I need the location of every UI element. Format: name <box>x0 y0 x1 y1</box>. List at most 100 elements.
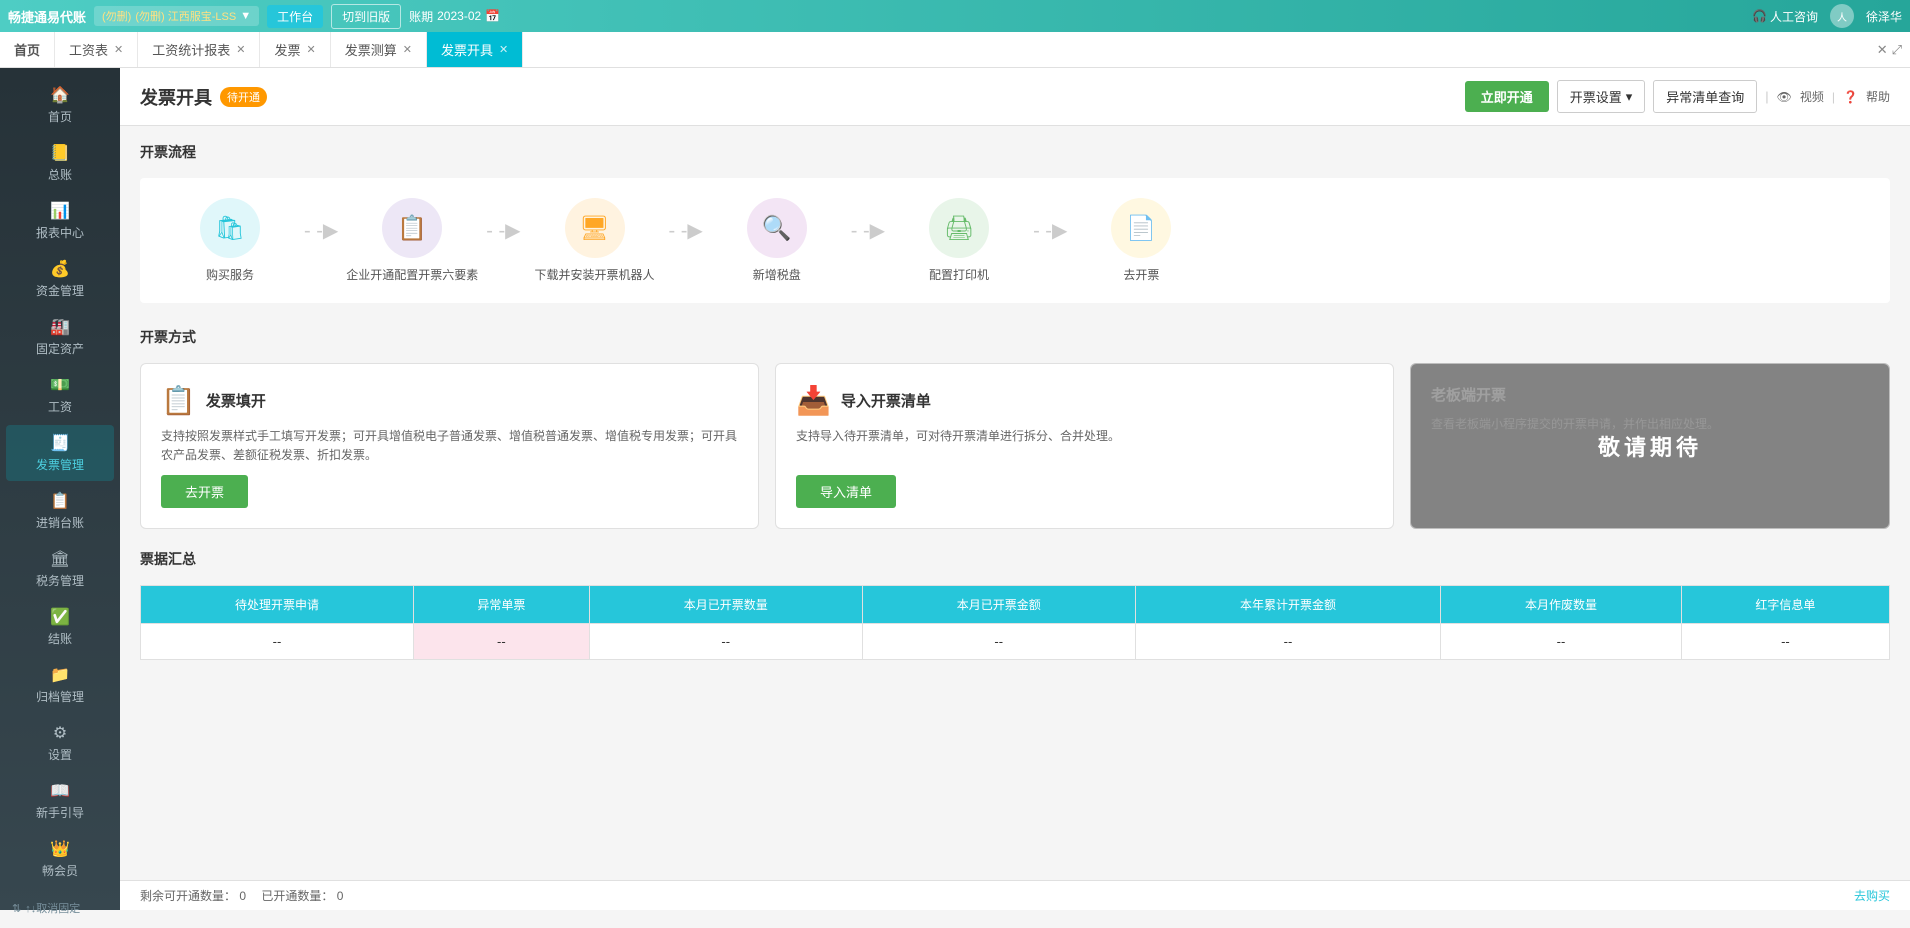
method-import-header: 📥 导入开票清单 <box>796 384 1373 417</box>
pin-icon: ⇅ <box>12 902 21 915</box>
user-avatar[interactable]: 人 <box>1830 4 1854 28</box>
coming-soon-text: 敬请期待 <box>1598 430 1702 462</box>
user-name[interactable]: 徐泽华 <box>1866 8 1902 25</box>
tab-home[interactable]: 首页 <box>0 32 55 67</box>
summary-table-head: 待处理开票申请 异常单票 本月已开票数量 本月已开票金额 本年累计开票金额 本月… <box>141 586 1890 624</box>
visual-icon: 👁 <box>1777 90 1792 104</box>
sidebar-item-guide-label: 新手引导 <box>36 804 84 821</box>
window-close-icon[interactable]: ✕ <box>1877 42 1888 58</box>
sidebar-item-guide[interactable]: 📖 新手引导 <box>6 773 114 829</box>
summary-col-pending: 待处理开票申请 <box>141 586 414 624</box>
customer-service-link[interactable]: 🎧 人工咨询 <box>1752 8 1818 25</box>
page-title-row: 发票开具 待开通 <box>140 84 267 110</box>
add-tax-icon: 🔍 <box>747 198 807 258</box>
flow-step-print[interactable]: 🖨 配置打印机 <box>889 198 1029 283</box>
cell-month-amount: -- <box>862 624 1135 660</box>
summary-col-month-amount: 本月已开票金额 <box>862 586 1135 624</box>
company-name: (勿删) 江西服宝-LSS <box>135 8 236 24</box>
goto-manual-button[interactable]: 去开票 <box>161 475 248 508</box>
video-link[interactable]: 视频 <box>1800 88 1824 105</box>
header-sep-1: | <box>1765 89 1768 104</box>
workspace-button[interactable]: 工作台 <box>267 5 323 28</box>
flow-step-download[interactable]: 🖥 下载并安装开票机器人 <box>525 198 665 283</box>
sidebar-item-tax[interactable]: 🏛 税务管理 <box>6 541 114 597</box>
tab-invoice-issue-close[interactable]: ✕ <box>499 43 508 56</box>
abnormal-query-button[interactable]: 异常清单查询 <box>1653 80 1757 113</box>
sidebar-item-invoice-mgmt[interactable]: 🧾 发票管理 <box>6 425 114 481</box>
tab-wages-close[interactable]: ✕ <box>114 43 123 56</box>
sidebar-item-member[interactable]: 👑 畅会员 <box>6 831 114 887</box>
sidebar-item-settings[interactable]: ⚙ 设置 <box>6 715 114 771</box>
bottom-bar: 剩余可开通数量： 0 已开通数量： 0 去购买 <box>120 880 1910 910</box>
main-layout: 🏠 首页 📒 总账 📊 报表中心 💰 资金管理 🏭 固定资产 💵 工资 🧾 发票… <box>0 68 1910 910</box>
sidebar-item-wages[interactable]: 💵 工资 <box>6 367 114 423</box>
header-sep-2: | <box>1832 90 1835 104</box>
sidebar-item-funds[interactable]: 💰 资金管理 <box>6 251 114 307</box>
summary-header-row: 待处理开票申请 异常单票 本月已开票数量 本月已开票金额 本年累计开票金额 本月… <box>141 586 1890 624</box>
summary-col-year-amount: 本年累计开票金额 <box>1135 586 1440 624</box>
buy-service-icon: 🛍 <box>200 198 260 258</box>
download-label: 下载并安装开票机器人 <box>535 266 655 283</box>
bottom-bar-right[interactable]: 去购买 <box>1854 887 1890 904</box>
sidebar-item-funds-label: 资金管理 <box>36 282 84 299</box>
member-icon: 👑 <box>50 839 70 859</box>
method-manual-title: 发票填开 <box>206 390 266 411</box>
company-selector[interactable]: (勿删) (勿删) 江西服宝-LSS ▼ <box>94 6 259 26</box>
flow-step-buy[interactable]: 🛍 购买服务 <box>160 198 300 283</box>
tab-wages[interactable]: 工资表 ✕ <box>55 32 138 67</box>
sidebar-item-reports[interactable]: 📊 报表中心 <box>6 193 114 249</box>
cell-abnormal: -- <box>414 624 590 660</box>
tab-wage-stats[interactable]: 工资统计报表 ✕ <box>138 32 260 67</box>
method-card-import: 📥 导入开票清单 支持导入待开票清单，可对待开票清单进行拆分、合并处理。 导入清… <box>775 363 1394 529</box>
sidebar-bottom: ⇅ ↑↓取消固定 <box>0 888 120 928</box>
sidebar-pin-button[interactable]: ⇅ ↑↓取消固定 <box>8 896 112 920</box>
archive-icon: 📁 <box>50 665 70 685</box>
tab-invoice-calc[interactable]: 发票测算 ✕ <box>331 32 427 67</box>
sidebar-item-settlement[interactable]: ✅ 结账 <box>6 599 114 655</box>
print-config-icon: 🖨 <box>929 198 989 258</box>
cell-red-info: -- <box>1681 624 1889 660</box>
sidebar-item-purchase-sales[interactable]: 📋 进销台账 <box>6 483 114 539</box>
coming-soon-overlay: 敬请期待 <box>1411 364 1889 528</box>
flow-steps: 🛍 购买服务 - -▶ 📋 企业开通配置开票六要素 - -▶ 🖥 下载并安装开票… <box>140 178 1890 303</box>
oldver-button[interactable]: 切到旧版 <box>331 4 401 29</box>
method-import-btn-wrap: 导入清单 <box>796 475 1373 508</box>
summary-table-body: -- -- -- -- -- -- -- <box>141 624 1890 660</box>
tab-invoice[interactable]: 发票 ✕ <box>260 32 330 67</box>
sidebar-item-archive[interactable]: 📁 归档管理 <box>6 657 114 713</box>
sidebar-item-ledger-label: 总账 <box>48 166 72 183</box>
import-icon: 📥 <box>796 384 831 417</box>
sidebar-item-home[interactable]: 🏠 首页 <box>6 77 114 133</box>
tab-invoice-calc-close[interactable]: ✕ <box>403 43 412 56</box>
tab-invoice-calc-label: 发票测算 <box>345 40 397 59</box>
summary-col-abnormal: 异常单票 <box>414 586 590 624</box>
print-config-label: 配置打印机 <box>929 266 989 283</box>
goto-import-button[interactable]: 导入清单 <box>796 475 896 508</box>
issue-label: 去开票 <box>1123 266 1159 283</box>
immediate-open-button[interactable]: 立即开通 <box>1465 81 1549 112</box>
buy-service-label: 购买服务 <box>206 266 254 283</box>
flow-step-add-tax[interactable]: 🔍 新增税盘 <box>707 198 847 283</box>
cell-pending: -- <box>141 624 414 660</box>
help-link[interactable]: 帮助 <box>1866 88 1890 105</box>
tab-wage-stats-close[interactable]: ✕ <box>236 43 245 56</box>
period-value[interactable]: 2023-02 <box>437 9 481 23</box>
tab-invoice-close[interactable]: ✕ <box>307 43 316 56</box>
tab-window-controls: ✕ ⤢ <box>1869 32 1910 67</box>
tab-invoice-issue[interactable]: 发票开具 ✕ <box>427 32 523 67</box>
tab-wage-stats-label: 工资统计报表 <box>152 40 230 59</box>
sidebar-item-assets[interactable]: 🏭 固定资产 <box>6 309 114 365</box>
home-icon: 🏠 <box>50 85 70 105</box>
method-manual-header: 📋 发票填开 <box>161 384 738 417</box>
calendar-icon[interactable]: 📅 <box>485 9 500 23</box>
summary-section-title: 票据汇总 <box>140 549 1890 569</box>
help-icon: ❓ <box>1843 90 1858 104</box>
sidebar-item-purchase-sales-label: 进销台账 <box>36 514 84 531</box>
bottom-bar-info: 剩余可开通数量： 0 已开通数量： 0 <box>140 887 343 904</box>
top-bar: 畅捷通易代账 (勿删) (勿删) 江西服宝-LSS ▼ 工作台 切到旧版 账期 … <box>0 0 1910 32</box>
ticket-settings-button[interactable]: 开票设置 ▾ <box>1557 80 1646 113</box>
flow-step-config[interactable]: 📋 企业开通配置开票六要素 <box>342 198 482 283</box>
window-restore-icon[interactable]: ⤢ <box>1892 42 1902 58</box>
flow-step-issue[interactable]: 📄 去开票 <box>1071 198 1211 283</box>
sidebar-item-ledger[interactable]: 📒 总账 <box>6 135 114 191</box>
